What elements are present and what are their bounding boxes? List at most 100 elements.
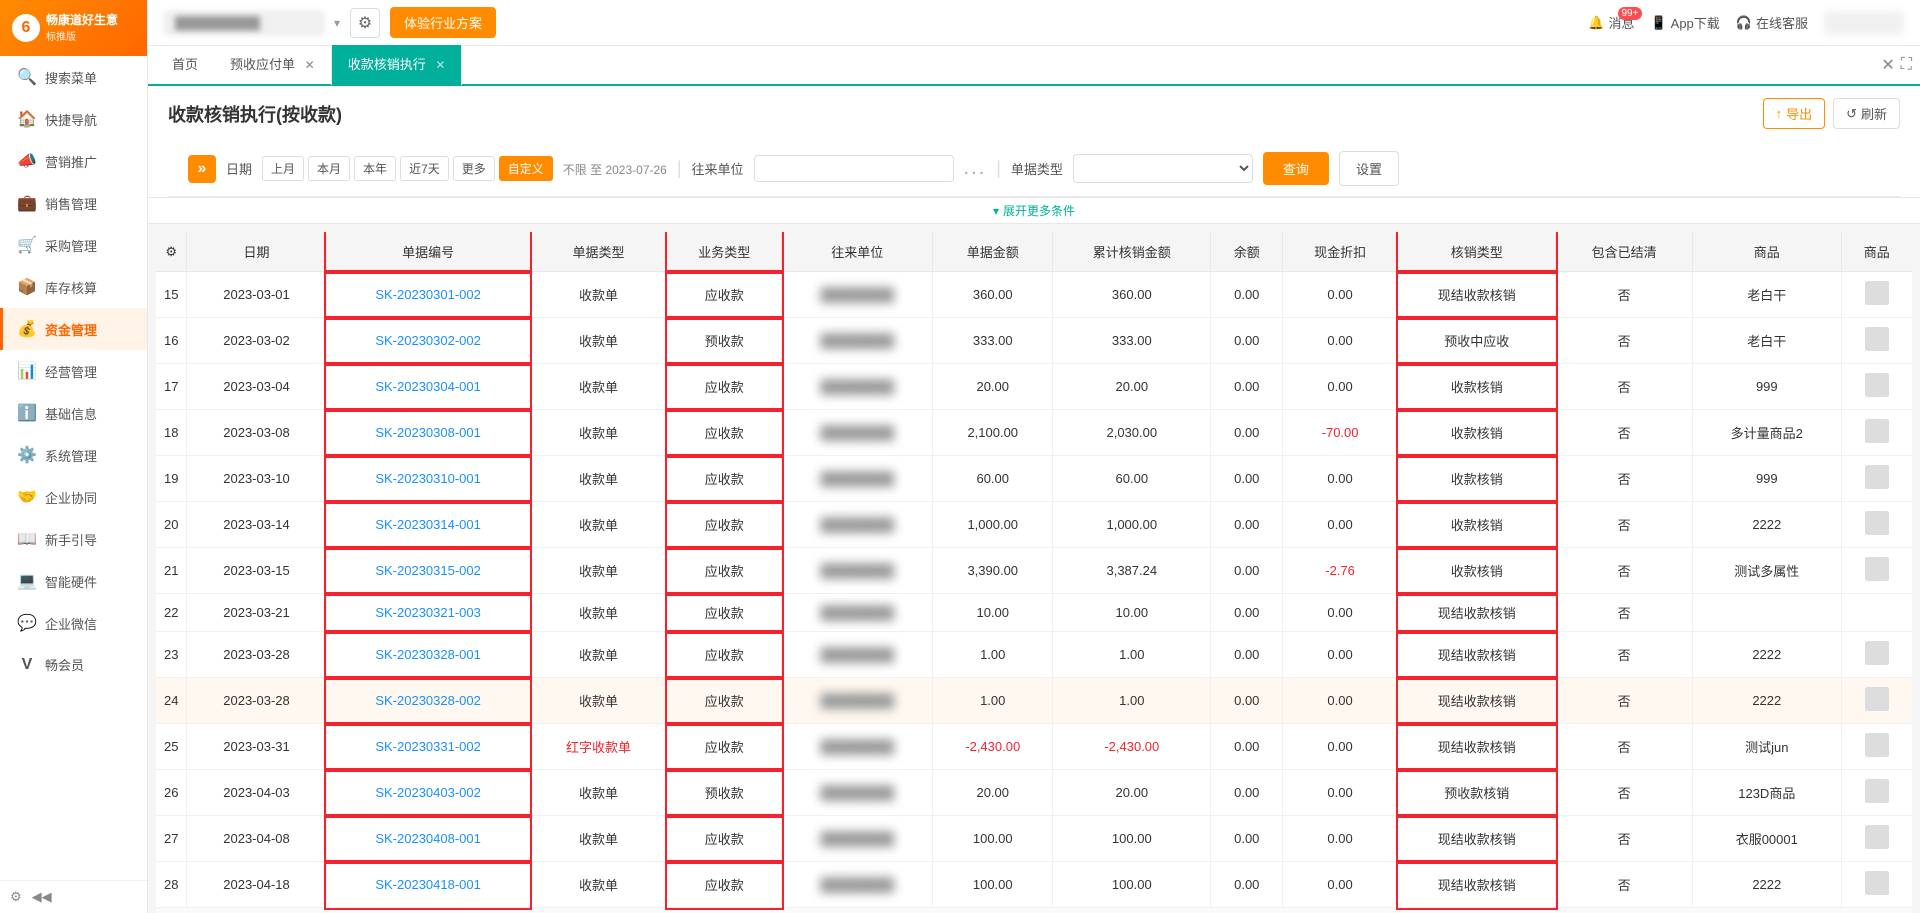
cell-verified: 1.00 — [1053, 632, 1211, 678]
table-row: 202023-03-14SK-20230314-001收款单应收款███████… — [156, 502, 1912, 548]
sidebar-item-hardware[interactable]: 💻 智能硬件 — [0, 560, 147, 602]
sidebar-item-basic[interactable]: ℹ️ 基础信息 — [0, 392, 147, 434]
query-button[interactable]: 查询 — [1263, 152, 1329, 185]
filter-expand-button[interactable]: » — [188, 155, 216, 183]
col-counterpart: 往来单位 — [782, 232, 933, 272]
tab-close-all-icon[interactable]: ✕ — [1881, 55, 1894, 75]
cell-biz-type: 应收款 — [667, 678, 782, 724]
home-icon: 🏠 — [17, 109, 37, 129]
cell-verify-type: 收款核销 — [1398, 456, 1556, 502]
cell-balance: 0.00 — [1211, 632, 1283, 678]
cell-doc-no[interactable]: SK-20230328-002 — [326, 678, 530, 724]
col-doc-type: 单据类型 — [530, 232, 667, 272]
cell-cash-discount: 0.00 — [1283, 632, 1398, 678]
cell-cash-discount: 0.00 — [1283, 594, 1398, 632]
cell-doc-no[interactable]: SK-20230403-002 — [326, 770, 530, 816]
sidebar-item-purchase[interactable]: 🛒 采购管理 — [0, 224, 147, 266]
top-header: ██████████ ▾ ⚙ 体验行业方案 🔔 消息 99+ 📱 App下载 🎧… — [148, 0, 1920, 46]
cell-doc-no[interactable]: SK-20230302-002 — [326, 318, 530, 364]
cell-verified: 100.00 — [1053, 862, 1211, 908]
tab-prepayment[interactable]: 预收应付单 ✕ — [214, 45, 332, 85]
table-area[interactable]: ⚙ 日期 单据编号 单据类型 业务类型 往来单位 单据金额 累计核销金额 余额 … — [156, 232, 1912, 913]
cell-amount: 100.00 — [933, 862, 1053, 908]
notification-item[interactable]: 🔔 消息 99+ — [1588, 13, 1634, 32]
cell-cash-discount: 0.00 — [1283, 272, 1398, 318]
this-month-btn[interactable]: 本月 — [308, 156, 350, 181]
cell-no: 16 — [156, 318, 187, 364]
cell-doc-no[interactable]: SK-20230408-001 — [326, 816, 530, 862]
cell-doc-no[interactable]: SK-20230308-001 — [326, 410, 530, 456]
tab-close-collection[interactable]: ✕ — [435, 58, 445, 72]
cell-include-cleared: 否 — [1556, 410, 1693, 456]
more-date-btn[interactable]: 更多 — [453, 156, 495, 181]
industry-solution-button[interactable]: 体验行业方案 — [390, 7, 496, 38]
sidebar-item-system[interactable]: ⚙️ 系统管理 — [0, 434, 147, 476]
cell-doc-no[interactable]: SK-20230418-001 — [326, 862, 530, 908]
cell-verified: 1.00 — [1053, 678, 1211, 724]
table-row: 282023-04-18SK-20230418-001收款单应收款███████… — [156, 862, 1912, 908]
cell-no: 27 — [156, 816, 187, 862]
settings-bottom-icon[interactable]: ⚙ — [10, 889, 22, 905]
cell-cash-discount: 0.00 — [1283, 456, 1398, 502]
page-title: 收款核销执行(按收款) — [168, 101, 342, 127]
sidebar-item-quick[interactable]: 🏠 快捷导航 — [0, 98, 147, 140]
cell-doc-no[interactable]: SK-20230315-002 — [326, 548, 530, 594]
tab-close-prepayment[interactable]: ✕ — [305, 58, 315, 72]
refresh-button[interactable]: ↺ 刷新 — [1833, 98, 1900, 129]
col-product2: 商品 — [1841, 232, 1912, 272]
cell-verified: 20.00 — [1053, 364, 1211, 410]
cell-verified: 360.00 — [1053, 272, 1211, 318]
collapse-icon[interactable]: ◀◀ — [32, 889, 52, 905]
app-download-item[interactable]: 📱 App下载 — [1650, 13, 1719, 32]
cell-product2 — [1841, 456, 1912, 502]
cell-doc-no[interactable]: SK-20230314-001 — [326, 502, 530, 548]
cell-doc-no[interactable]: SK-20230301-002 — [326, 272, 530, 318]
cell-no: 21 — [156, 548, 187, 594]
cell-include-cleared: 否 — [1556, 548, 1693, 594]
counterpart-input[interactable] — [754, 155, 954, 182]
col-settings-icon[interactable]: ⚙ — [156, 232, 187, 272]
table-row: 192023-03-10SK-20230310-001收款单应收款███████… — [156, 456, 1912, 502]
cell-cash-discount: -70.00 — [1283, 410, 1398, 456]
guide-icon: 📖 — [17, 529, 37, 549]
cell-biz-type: 应收款 — [667, 816, 782, 862]
main-area: ██████████ ▾ ⚙ 体验行业方案 🔔 消息 99+ 📱 App下载 🎧… — [148, 0, 1920, 913]
sidebar-item-inventory[interactable]: 📦 库存核算 — [0, 266, 147, 308]
sidebar-item-marketing[interactable]: 📣 营销推广 — [0, 140, 147, 182]
sidebar-item-wechat[interactable]: 💬 企业微信 — [0, 602, 147, 644]
last7days-btn[interactable]: 近7天 — [400, 156, 449, 181]
cell-doc-no[interactable]: SK-20230331-002 — [326, 724, 530, 770]
cell-product2 — [1841, 410, 1912, 456]
expand-more-button[interactable]: ▾ 展开更多条件 — [993, 202, 1075, 219]
last-month-btn[interactable]: 上月 — [262, 156, 304, 181]
sidebar-item-guide[interactable]: 📖 新手引导 — [0, 518, 147, 560]
table-row: 242023-03-28SK-20230328-002收款单应收款███████… — [156, 678, 1912, 724]
gear-button[interactable]: ⚙ — [350, 8, 380, 38]
tab-expand-icon[interactable]: ⛶ — [1901, 56, 1912, 74]
cell-doc-no[interactable]: SK-20230321-003 — [326, 594, 530, 632]
cell-verify-type: 现结收款核销 — [1398, 272, 1556, 318]
export-button[interactable]: ↑ 导出 — [1763, 98, 1826, 129]
sidebar-item-finance[interactable]: 💰 资金管理 — [0, 308, 147, 350]
sidebar-item-enterprise[interactable]: 🤝 企业协同 — [0, 476, 147, 518]
cell-counterpart: ████████ — [782, 502, 933, 548]
cell-doc-no[interactable]: SK-20230328-001 — [326, 632, 530, 678]
tab-home[interactable]: 首页 — [156, 45, 214, 85]
cell-counterpart: ████████ — [782, 548, 933, 594]
sidebar-item-sales[interactable]: 💼 销售管理 — [0, 182, 147, 224]
cell-doc-no[interactable]: SK-20230310-001 — [326, 456, 530, 502]
chevron-down-icon[interactable]: ▾ — [334, 16, 340, 30]
this-year-btn[interactable]: 本年 — [354, 156, 396, 181]
custom-date-btn[interactable]: 自定义 — [499, 156, 553, 181]
tab-collection-verification[interactable]: 收款核销执行 ✕ — [332, 45, 463, 85]
sidebar-item-operations[interactable]: 📊 经营管理 — [0, 350, 147, 392]
sidebar-item-search[interactable]: 🔍 搜索菜单 — [0, 56, 147, 98]
cell-doc-no[interactable]: SK-20230304-001 — [326, 364, 530, 410]
sidebar-item-member[interactable]: V 畅会员 — [0, 644, 147, 685]
settings-button[interactable]: 设置 — [1339, 151, 1399, 186]
online-service-item[interactable]: 🎧 在线客服 — [1736, 13, 1808, 32]
table-row: 222023-03-21SK-20230321-003收款单应收款███████… — [156, 594, 1912, 632]
cell-counterpart: ████████ — [782, 770, 933, 816]
doc-type-select[interactable] — [1073, 154, 1253, 183]
col-date: 日期 — [187, 232, 326, 272]
